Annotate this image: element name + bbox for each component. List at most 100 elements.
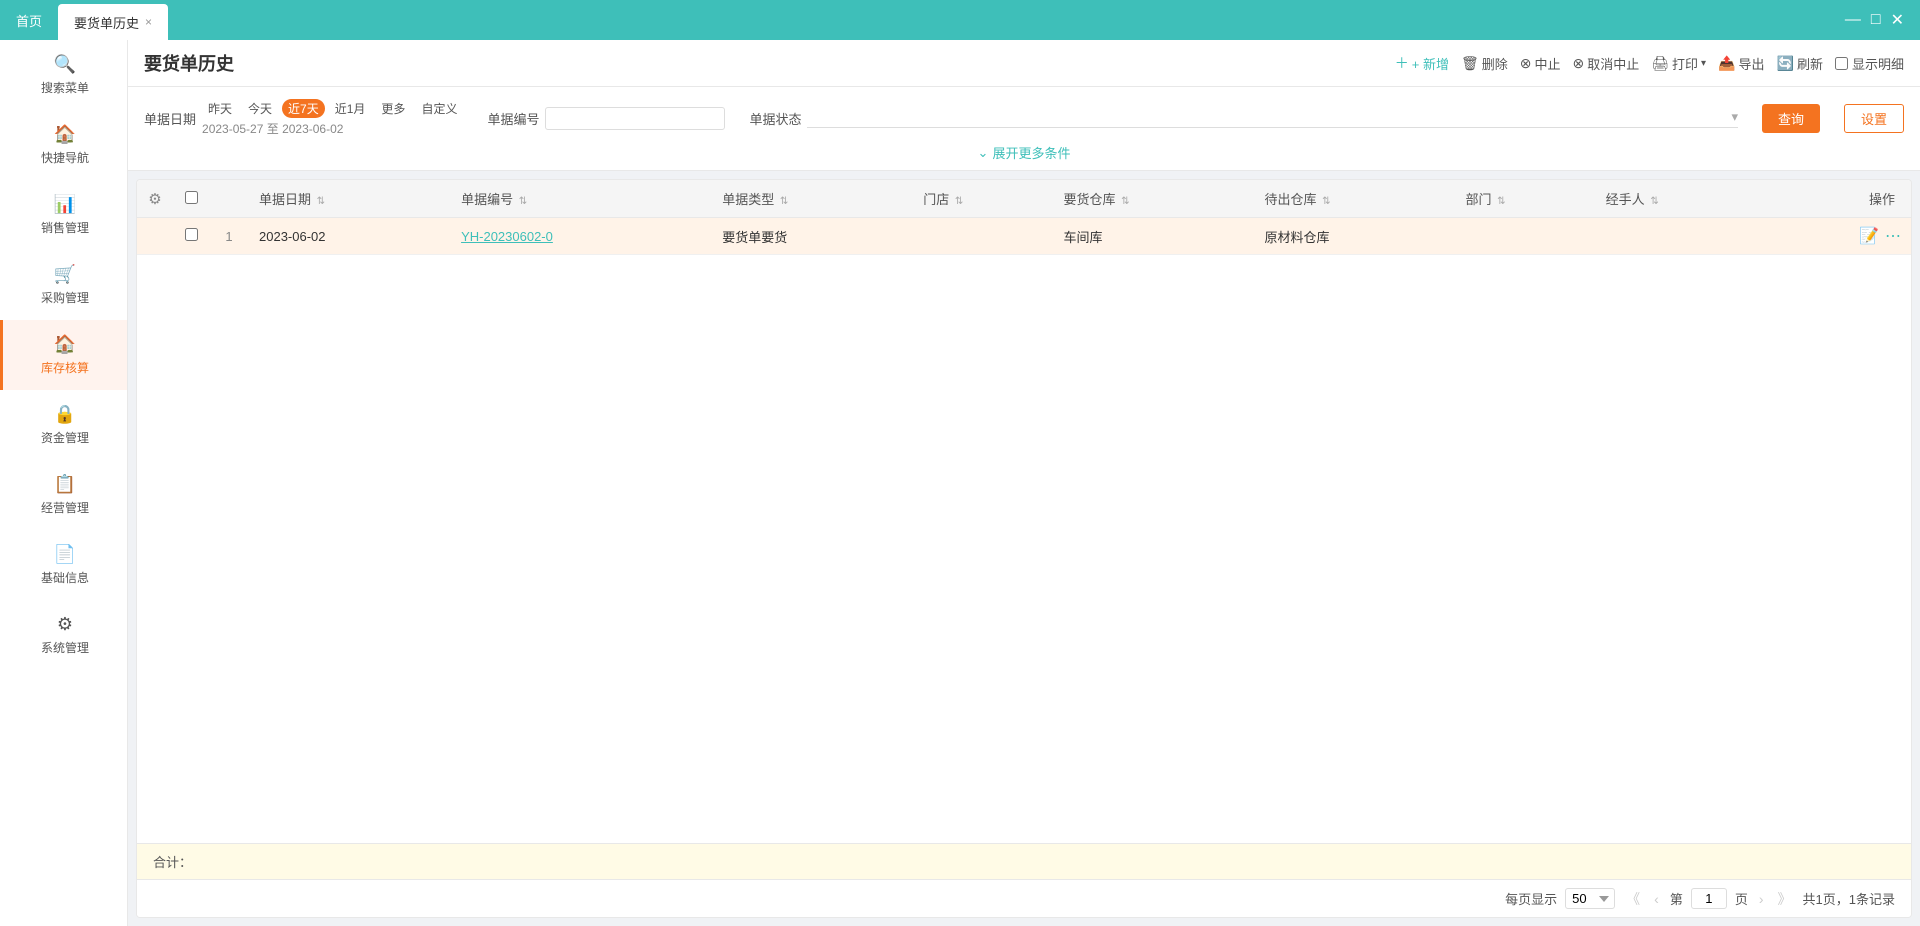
col-req-warehouse: 要货仓库 ⇅	[1053, 180, 1254, 218]
print-icon: 🖨	[1651, 55, 1669, 72]
refresh-icon: 🔄	[1777, 55, 1794, 72]
close-icon[interactable]: ✕	[1891, 10, 1904, 30]
sort-req-warehouse-icon[interactable]: ⇅	[1121, 196, 1129, 207]
row-settings	[137, 218, 173, 255]
settings-button[interactable]: 设置	[1844, 104, 1904, 133]
display-detail-toggle[interactable]: 显示明细	[1835, 54, 1904, 73]
doc-icon: 📄	[54, 544, 76, 565]
sidebar-item-system-label: 系统管理	[41, 639, 89, 656]
row-more-icon[interactable]: ⋯	[1885, 226, 1901, 246]
docnum-filter-label: 单据编号	[487, 109, 539, 128]
sidebar-item-basic-info[interactable]: 📄 基础信息	[0, 530, 127, 600]
stop-icon: ⊗	[1520, 55, 1532, 72]
sort-store-icon[interactable]: ⇅	[955, 196, 963, 207]
sort-doc-num-icon[interactable]: ⇅	[519, 196, 527, 207]
page-input[interactable]	[1691, 888, 1727, 909]
print-dropdown-icon: ▾	[1701, 58, 1706, 69]
date-filter-label: 单据日期	[144, 109, 196, 128]
date-btn-custom[interactable]: 自定义	[415, 99, 463, 118]
top-tabs: 首页 要货单历史 ×	[0, 0, 1845, 40]
date-btn-more[interactable]: 更多	[375, 99, 411, 118]
home-icon: 🏠	[54, 124, 76, 145]
select-all-checkbox[interactable]	[185, 191, 198, 204]
first-page-button[interactable]: 《	[1623, 889, 1643, 909]
sort-doc-date-icon[interactable]: ⇅	[317, 196, 325, 207]
cancel-stop-button[interactable]: ⊗ 取消中止	[1573, 54, 1640, 73]
sort-handler-icon[interactable]: ⇅	[1650, 196, 1658, 207]
last-page-button[interactable]: 》	[1775, 889, 1795, 909]
date-range-display: 2023-05-27 至 2023-06-02	[202, 120, 463, 137]
page-title: 要货单历史	[144, 50, 234, 76]
col-checkbox	[173, 180, 209, 218]
sidebar-item-system-mgmt[interactable]: ⚙ 系统管理	[0, 600, 127, 670]
sidebar-item-finance-mgmt[interactable]: 🔒 资金管理	[0, 390, 127, 460]
cancel-stop-label: 取消中止	[1587, 54, 1639, 73]
row-department	[1455, 218, 1595, 255]
gear-icon: ⚙	[57, 614, 73, 635]
sidebar-item-sales-mgmt[interactable]: 📊 销售管理	[0, 180, 127, 250]
main-layout: 🔍 搜索菜单 🏠 快捷导航 📊 销售管理 🛒 采购管理 🏠 库存核算 🔒 资金管…	[0, 40, 1920, 926]
display-detail-label: 显示明细	[1852, 54, 1904, 73]
data-table: ⚙ 单据日期 ⇅ 单据编号	[137, 180, 1911, 255]
pagination: 每页显示 20 50 100 《 ‹ 第 页 › 》 共1页，1条记录	[137, 879, 1911, 917]
per-page-select[interactable]: 20 50 100	[1565, 888, 1615, 909]
tab-close-icon[interactable]: ×	[145, 15, 152, 29]
sidebar-item-basicinfo-label: 基础信息	[41, 569, 89, 586]
date-btn-yesterday[interactable]: 昨天	[202, 99, 238, 118]
expand-more-label: 展开更多条件	[992, 143, 1070, 162]
sort-doc-type-icon[interactable]: ⇅	[780, 196, 788, 207]
table-area: ⚙ 单据日期 ⇅ 单据编号	[136, 179, 1912, 918]
maximize-icon[interactable]: □	[1871, 11, 1881, 29]
expand-more-toggle[interactable]: ⌄ 展开更多条件	[144, 137, 1904, 162]
doc-num-link[interactable]: YH-20230602-0	[461, 229, 553, 244]
tab-home[interactable]: 首页	[0, 0, 58, 40]
sort-pending-warehouse-icon[interactable]: ⇅	[1322, 196, 1330, 207]
delete-icon: 🗑	[1461, 55, 1479, 72]
expand-down-icon: ⌄	[978, 145, 989, 161]
sidebar-item-operations-mgmt[interactable]: 📋 经营管理	[0, 460, 127, 530]
col-rownum	[209, 180, 249, 218]
print-button[interactable]: 🖨 打印 ▾	[1651, 54, 1706, 73]
row-checkbox[interactable]	[185, 228, 198, 241]
col-doc-type: 单据类型 ⇅	[712, 180, 913, 218]
cancel-stop-icon: ⊗	[1573, 55, 1585, 72]
date-filter: 单据日期 昨天 今天 近7天 近1月 更多 自定义 2023-05-27 至 2…	[144, 99, 463, 137]
stop-button[interactable]: ⊗ 中止	[1520, 54, 1561, 73]
date-filter-options: 昨天 今天 近7天 近1月 更多 自定义 2023-05-27 至 2023-0…	[202, 99, 463, 137]
row-doc-date: 2023-06-02	[249, 218, 451, 255]
row-edit-icon[interactable]: 📝	[1859, 226, 1879, 246]
status-dropdown-icon[interactable]: ▾	[1731, 109, 1738, 125]
display-detail-checkbox-input[interactable]	[1835, 57, 1848, 70]
col-doc-num: 单据编号 ⇅	[451, 180, 712, 218]
col-doc-date: 单据日期 ⇅	[249, 180, 451, 218]
sidebar-item-inventory[interactable]: 🏠 库存核算	[0, 320, 127, 390]
query-button[interactable]: 查询	[1762, 104, 1820, 133]
next-page-button[interactable]: ›	[1756, 891, 1767, 907]
table-settings-icon[interactable]: ⚙	[148, 191, 161, 208]
date-btn-1month[interactable]: 近1月	[329, 99, 372, 118]
tab-requisition-history[interactable]: 要货单历史 ×	[58, 4, 168, 40]
sidebar-item-quick-nav[interactable]: 🏠 快捷导航	[0, 110, 127, 180]
refresh-button[interactable]: 🔄 刷新	[1777, 54, 1823, 73]
prev-page-button[interactable]: ‹	[1651, 891, 1662, 907]
top-bar: 首页 要货单历史 × — □ ✕	[0, 0, 1920, 40]
table-header-row: ⚙ 单据日期 ⇅ 单据编号	[137, 180, 1911, 218]
export-button[interactable]: 📤 导出	[1718, 54, 1764, 73]
date-btn-7days[interactable]: 近7天	[282, 99, 325, 118]
sort-department-icon[interactable]: ⇅	[1497, 196, 1505, 207]
minimize-icon[interactable]: —	[1845, 11, 1861, 29]
delete-button[interactable]: 🗑 删除	[1461, 54, 1508, 73]
docnum-input[interactable]	[545, 107, 725, 130]
date-btn-today[interactable]: 今天	[242, 99, 278, 118]
row-doc-type: 要货单要货	[712, 218, 913, 255]
per-page-label: 每页显示	[1505, 889, 1557, 908]
search-icon: 🔍	[54, 54, 76, 75]
sidebar-item-purchase-label: 采购管理	[41, 289, 89, 306]
total-info: 共1页，1条记录	[1803, 889, 1895, 908]
sidebar-item-search-menu[interactable]: 🔍 搜索菜单	[0, 40, 127, 110]
tab-requisition-label: 要货单历史	[74, 13, 139, 32]
refresh-label: 刷新	[1797, 54, 1823, 73]
sidebar-item-purchase-mgmt[interactable]: 🛒 采购管理	[0, 250, 127, 320]
new-button[interactable]: ＋ + 新增	[1395, 53, 1449, 73]
col-handler: 经手人 ⇅	[1596, 180, 1767, 218]
